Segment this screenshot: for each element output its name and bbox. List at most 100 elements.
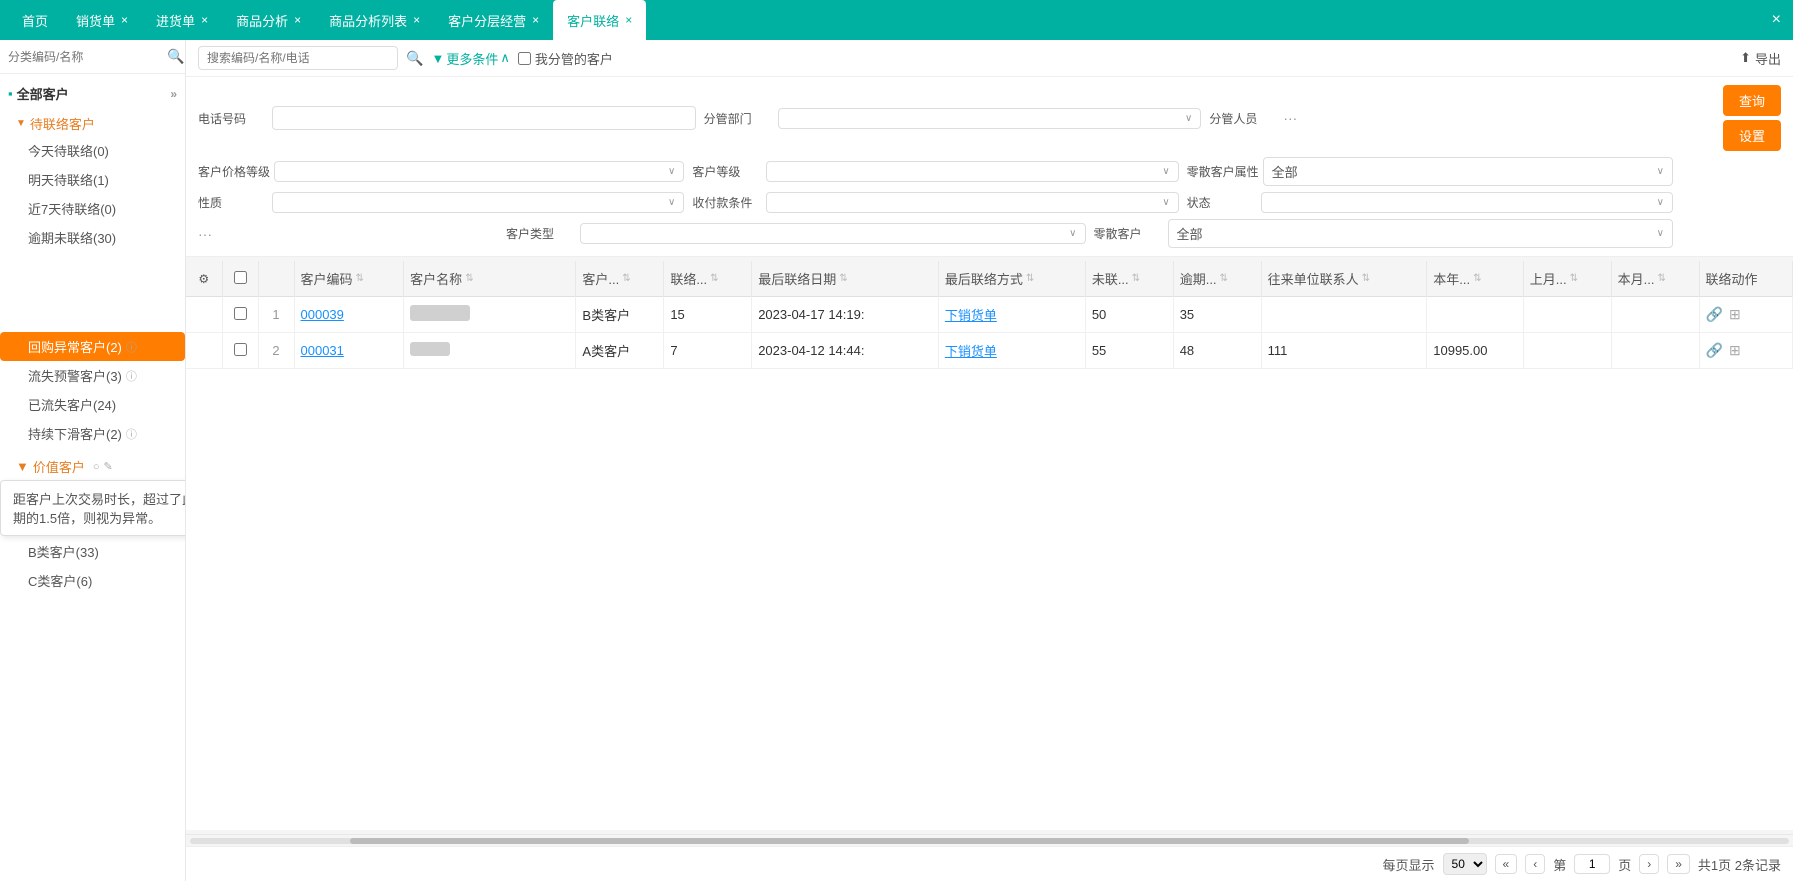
collapse-sidebar-icon[interactable]: »	[170, 87, 177, 101]
payment-select[interactable]: ∨	[766, 192, 1178, 213]
row1-checkbox[interactable]	[222, 297, 258, 333]
row2-not-contacted: 55	[1085, 333, 1173, 369]
filter-phone: 电话号码	[198, 106, 696, 130]
sidebar-item-loss-risk[interactable]: 流失预警客户(3) ⓘ	[0, 361, 185, 390]
status-select[interactable]: ∨	[1261, 192, 1673, 213]
select-all-checkbox[interactable]	[234, 271, 247, 284]
customer-type-arrow: ∨	[1069, 228, 1076, 239]
nav-customer-contact-close[interactable]: ×	[625, 13, 632, 27]
nav-product-list[interactable]: 商品分析列表 ×	[315, 0, 434, 40]
col-unit-contact[interactable]: 往来单位联系人 ⇅	[1261, 261, 1427, 297]
sidebar-item-tomorrow[interactable]: 明天待联络(1)	[0, 165, 185, 194]
nav-home[interactable]: 首页	[8, 0, 62, 40]
sidebar-item-overdue[interactable]: 逾期未联络(30)	[0, 223, 185, 252]
window-close-icon[interactable]: ×	[1772, 11, 1781, 29]
scrollbar-thumb[interactable]	[350, 838, 1469, 844]
row1-code[interactable]: 000039	[294, 297, 404, 333]
customer-level-select[interactable]: ∨	[766, 161, 1178, 182]
more-conditions-button[interactable]: ▼ 更多条件 ∧	[431, 49, 509, 68]
sidebar-item-b-class[interactable]: B类客户(33)	[0, 537, 185, 566]
last-page-button[interactable]: »	[1667, 854, 1690, 874]
nav-sales[interactable]: 销货单 ×	[62, 0, 142, 40]
row2-select-checkbox[interactable]	[234, 343, 247, 356]
sort-this-month-icon: ⇅	[1658, 273, 1666, 284]
query-button[interactable]: 查询	[1723, 85, 1781, 116]
my-customers-checkbox[interactable]	[518, 52, 531, 65]
row2-last-way[interactable]: 下销货单	[938, 333, 1085, 369]
nav-purchase-close[interactable]: ×	[201, 13, 208, 27]
row1-grid-icon[interactable]: ⊞	[1729, 306, 1741, 323]
price-level-select[interactable]: ∨	[274, 161, 684, 182]
sidebar-search-input[interactable]	[8, 50, 163, 64]
nav-product-analysis-close[interactable]: ×	[294, 13, 301, 27]
filter-icon: ▼	[431, 51, 444, 66]
sidebar-item-c-class[interactable]: C类客户(6)	[0, 566, 185, 595]
person-dots-button[interactable]: ···	[1283, 110, 1297, 126]
nav-customer-contact[interactable]: 客户联络 ×	[553, 0, 646, 40]
col-checkbox[interactable]	[222, 261, 258, 297]
row1-num: 1	[258, 297, 294, 333]
sidebar-tree: ▪ 全部客户 » ▼ 待联络客户 今天待联络(0) 明天待联络(1) 近7天待联…	[0, 74, 185, 881]
sidebar-search-icon[interactable]: 🔍	[167, 48, 184, 65]
nav-sales-close[interactable]: ×	[121, 13, 128, 27]
col-code[interactable]: 客户编码 ⇅	[294, 261, 404, 297]
sort-overdue-icon: ⇅	[1220, 273, 1228, 284]
col-settings[interactable]: ⚙	[186, 261, 222, 297]
sidebar-item-today[interactable]: 今天待联络(0)	[0, 136, 185, 165]
row1-select-checkbox[interactable]	[234, 307, 247, 320]
page-number-input[interactable]	[1574, 854, 1610, 874]
pending-section-label[interactable]: ▼ 待联络客户	[0, 109, 185, 136]
sidebar-item-7days[interactable]: 近7天待联络(0)	[0, 194, 185, 223]
nav-customer-tier-close[interactable]: ×	[532, 13, 539, 27]
per-page-select[interactable]: 50	[1443, 853, 1487, 875]
row1-link-icon[interactable]: 🔗	[1706, 306, 1723, 323]
filter-row-2: 客户价格等级 ∨ 客户等级 ∨ 零散客户属性 全部	[198, 157, 1781, 186]
sidebar-item-already-lost[interactable]: 已流失客户(24)	[0, 390, 185, 419]
main-search-input[interactable]	[198, 46, 398, 70]
nav-product-analysis[interactable]: 商品分析 ×	[222, 0, 315, 40]
main-search-button[interactable]: 🔍	[406, 50, 423, 67]
sidebar-item-continuous-down[interactable]: 持续下滑客户(2) ⓘ	[0, 419, 185, 448]
dept-select[interactable]: ∨	[778, 108, 1202, 129]
row2-checkbox[interactable]	[222, 333, 258, 369]
nature-select[interactable]: ∨	[272, 192, 684, 213]
col-type[interactable]: 客户... ⇅	[576, 261, 664, 297]
nav-product-list-close[interactable]: ×	[413, 13, 420, 27]
col-action: 联络动作	[1699, 261, 1792, 297]
col-overdue[interactable]: 逾期... ⇅	[1173, 261, 1261, 297]
phone-input[interactable]	[272, 106, 696, 130]
row1-last-way[interactable]: 下销货单	[938, 297, 1085, 333]
export-button[interactable]: ⬆ 导出	[1740, 49, 1781, 68]
first-page-button[interactable]: «	[1495, 854, 1518, 874]
row1-not-contacted: 50	[1085, 297, 1173, 333]
col-contact[interactable]: 联络... ⇅	[664, 261, 752, 297]
col-this-year[interactable]: 本年... ⇅	[1427, 261, 1524, 297]
row2-grid-icon[interactable]: ⊞	[1729, 342, 1741, 359]
col-name[interactable]: 客户名称 ⇅	[404, 261, 576, 297]
scrollbar-track[interactable]	[190, 838, 1789, 844]
row2-code[interactable]: 000031	[294, 333, 404, 369]
settings-button[interactable]: 设置	[1723, 120, 1781, 151]
col-last-date[interactable]: 最后联络日期 ⇅	[752, 261, 939, 297]
my-customers-checkbox-label[interactable]: 我分管的客户	[518, 49, 613, 68]
col-last-month[interactable]: 上月... ⇅	[1523, 261, 1611, 297]
row2-link-icon[interactable]: 🔗	[1706, 342, 1723, 359]
col-last-way[interactable]: 最后联络方式 ⇅	[938, 261, 1085, 297]
scatter-customer-select[interactable]: 全部 ∨	[1168, 219, 1674, 248]
prev-page-button[interactable]: ‹	[1525, 854, 1545, 874]
horizontal-scrollbar[interactable]	[186, 834, 1793, 846]
col-this-month[interactable]: 本月... ⇅	[1611, 261, 1699, 297]
scatter-attr-select[interactable]: 全部 ∨	[1263, 157, 1673, 186]
nav-purchase[interactable]: 进货单 ×	[142, 0, 222, 40]
customer-type-select[interactable]: ∨	[580, 223, 1086, 244]
col-not-contacted[interactable]: 未联... ⇅	[1085, 261, 1173, 297]
extra-dots-button[interactable]: ···	[198, 226, 212, 242]
nav-customer-tier[interactable]: 客户分层经营 ×	[434, 0, 553, 40]
value-section-header[interactable]: ▼ 价值客户 ○ ✎	[0, 452, 185, 479]
sort-this-year-icon: ⇅	[1473, 273, 1481, 284]
next-page-button[interactable]: ›	[1639, 854, 1659, 874]
value-edit-icon[interactable]: ✎	[104, 460, 113, 473]
row2-last-date: 2023-04-12 14:44:	[752, 333, 939, 369]
sidebar-item-repurchase-abnormal[interactable]: 回购异常客户(2) ⓘ	[0, 332, 185, 361]
all-customers-header[interactable]: ▪ 全部客户 »	[0, 78, 185, 109]
